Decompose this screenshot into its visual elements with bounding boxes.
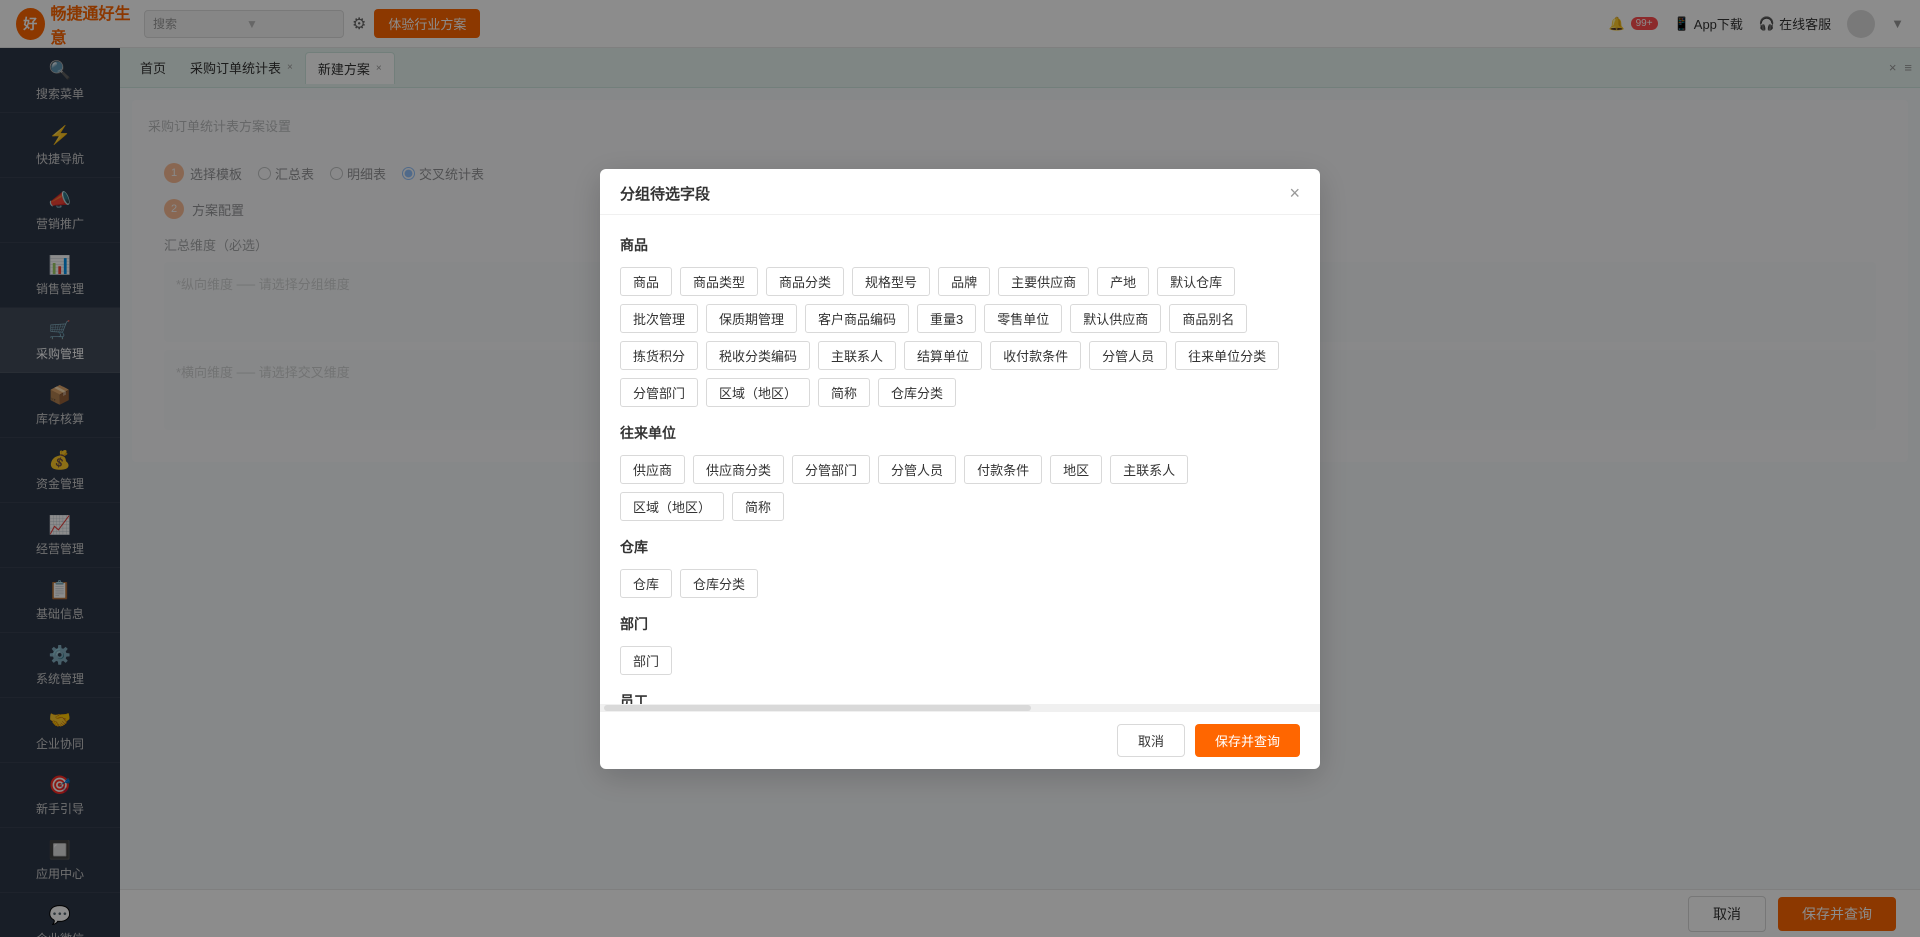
field-group-product: 商品 商品类型 商品分类 规格型号 品牌 主要供应商 产地 默认仓库 批次管理 … [620, 267, 1300, 407]
field-chip-product-category[interactable]: 商品分类 [766, 267, 844, 296]
modal-body[interactable]: 商品 商品 商品类型 商品分类 规格型号 品牌 主要供应商 产地 默认仓库 批次… [600, 215, 1320, 704]
field-chip-area[interactable]: 地区 [1050, 455, 1102, 484]
field-chip-weight3[interactable]: 重量3 [917, 304, 976, 333]
modal-scroll-track[interactable] [600, 704, 1320, 711]
field-chip-supervisor[interactable]: 分管人员 [1089, 341, 1167, 370]
section-title-department: 部门 [620, 614, 1300, 634]
modal-overlay: 分组待选字段 × 商品 商品 商品类型 商品分类 规格型号 品牌 主要供应商 产… [0, 0, 1920, 937]
field-chip-product[interactable]: 商品 [620, 267, 672, 296]
field-group-warehouse: 仓库 仓库分类 [620, 569, 1300, 598]
field-chip-main-supplier[interactable]: 主要供应商 [998, 267, 1089, 296]
field-chip-batch-mgmt[interactable]: 批次管理 [620, 304, 698, 333]
field-chip-product-type[interactable]: 商品类型 [680, 267, 758, 296]
field-chip-supplier[interactable]: 供应商 [620, 455, 685, 484]
field-chip-brand[interactable]: 品牌 [938, 267, 990, 296]
field-chip-validity-mgmt[interactable]: 保质期管理 [706, 304, 797, 333]
field-chip-default-warehouse[interactable]: 默认仓库 [1157, 267, 1235, 296]
field-chip-tax-code[interactable]: 税收分类编码 [706, 341, 810, 370]
field-chip-primary-contact[interactable]: 主联系人 [818, 341, 896, 370]
field-chip-unit-category[interactable]: 往来单位分类 [1175, 341, 1279, 370]
modal-dialog: 分组待选字段 × 商品 商品 商品类型 商品分类 规格型号 品牌 主要供应商 产… [600, 169, 1320, 769]
field-chip-short-name[interactable]: 简称 [818, 378, 870, 407]
modal-save-btn[interactable]: 保存并查询 [1195, 724, 1300, 757]
field-chip-manage-dept[interactable]: 分管部门 [792, 455, 870, 484]
field-chip-default-supplier[interactable]: 默认供应商 [1070, 304, 1161, 333]
field-chip-dept-field[interactable]: 部门 [620, 646, 672, 675]
modal-header: 分组待选字段 × [600, 169, 1320, 215]
field-group-department: 部门 [620, 646, 1300, 675]
section-title-warehouse: 仓库 [620, 537, 1300, 557]
field-chip-payment-terms[interactable]: 收付款条件 [990, 341, 1081, 370]
field-chip-contact-person[interactable]: 主联系人 [1110, 455, 1188, 484]
modal-cancel-btn[interactable]: 取消 [1117, 724, 1185, 757]
field-chip-sorting-score[interactable]: 拣货积分 [620, 341, 698, 370]
field-chip-dept[interactable]: 分管部门 [620, 378, 698, 407]
field-chip-settlement-unit[interactable]: 结算单位 [904, 341, 982, 370]
section-title-partner: 往来单位 [620, 423, 1300, 443]
field-chip-retail-unit[interactable]: 零售单位 [984, 304, 1062, 333]
field-chip-customer-code[interactable]: 客户商品编码 [805, 304, 909, 333]
field-chip-area-region[interactable]: 区域（地区） [620, 492, 724, 521]
modal-footer: 取消 保存并查询 [600, 711, 1320, 769]
field-chip-warehouse-type[interactable]: 仓库分类 [680, 569, 758, 598]
section-title-employee: 员工 [620, 691, 1300, 704]
field-chip-warehouse[interactable]: 仓库 [620, 569, 672, 598]
field-chip-abbr[interactable]: 简称 [732, 492, 784, 521]
field-chip-manage-person[interactable]: 分管人员 [878, 455, 956, 484]
modal-title: 分组待选字段 [620, 183, 710, 204]
field-chip-origin[interactable]: 产地 [1097, 267, 1149, 296]
field-group-partner: 供应商 供应商分类 分管部门 分管人员 付款条件 地区 主联系人 区域（地区） … [620, 455, 1300, 521]
modal-close-btn[interactable]: × [1289, 183, 1300, 204]
field-chip-supplier-category[interactable]: 供应商分类 [693, 455, 784, 484]
field-chip-payment-condition[interactable]: 付款条件 [964, 455, 1042, 484]
field-chip-region[interactable]: 区域（地区） [706, 378, 810, 407]
field-chip-spec-type[interactable]: 规格型号 [852, 267, 930, 296]
field-chip-warehouse-category[interactable]: 仓库分类 [878, 378, 956, 407]
section-title-product: 商品 [620, 235, 1300, 255]
field-chip-product-alias[interactable]: 商品别名 [1169, 304, 1247, 333]
